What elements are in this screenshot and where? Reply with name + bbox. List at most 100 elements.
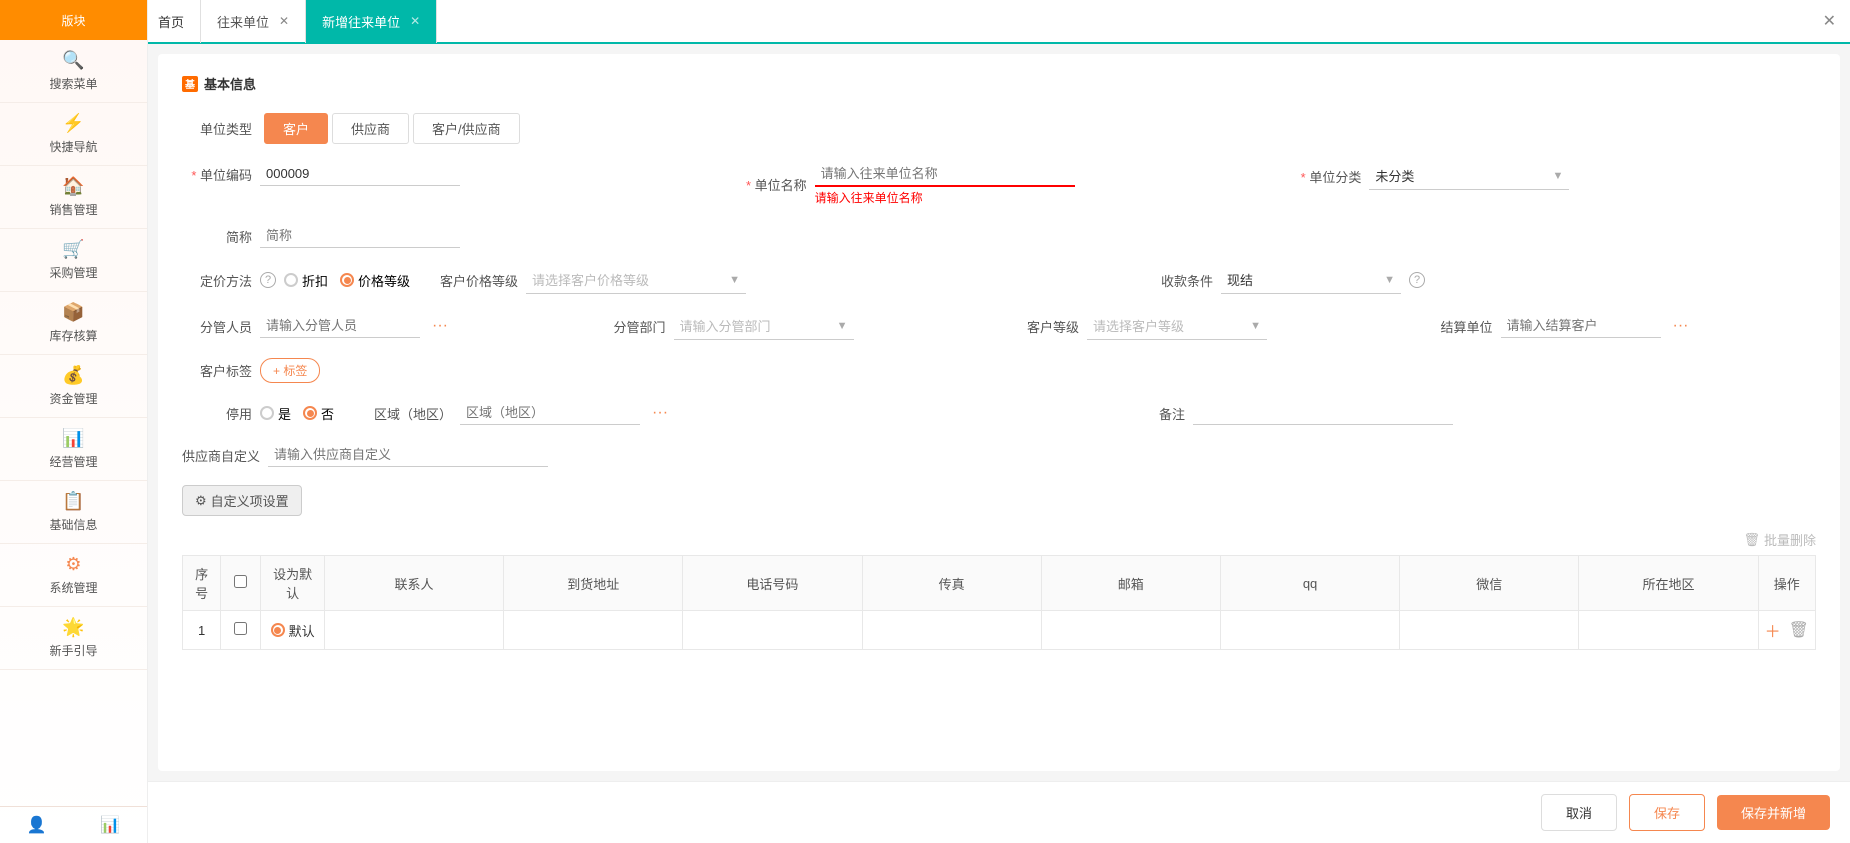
purchase-icon: 🛒	[62, 239, 84, 260]
row-default-radio[interactable]: 默认	[267, 621, 318, 640]
col-contact: 联系人	[324, 556, 503, 611]
close-counterpart-tab[interactable]: ✕	[279, 14, 289, 28]
customer-level-select[interactable]: 请选择客户等级 ▼	[1087, 312, 1267, 340]
sidebar-item-base-info[interactable]: 📋 基础信息	[0, 481, 147, 544]
unit-name-wrap: 请输入往来单位名称	[815, 162, 1262, 206]
payment-condition-label: 收款条件	[1143, 271, 1213, 290]
abbr-field: 简称	[182, 224, 1816, 248]
select-all-checkbox[interactable]	[234, 575, 247, 588]
pricing-help-icon[interactable]: ?	[260, 272, 276, 288]
sidebar-logo: 版块	[0, 0, 147, 40]
unit-category-label: 单位分类	[1291, 167, 1361, 186]
payment-condition-select[interactable]: 现结 ▼	[1221, 266, 1401, 294]
col-action: 操作	[1758, 556, 1815, 611]
row-email[interactable]	[1041, 611, 1220, 650]
sidebar-item-quick-nav[interactable]: ⚡ 快捷导航	[0, 103, 147, 166]
department-select[interactable]: 请输入分管部门 ▼	[674, 312, 854, 340]
region-input[interactable]	[460, 401, 640, 425]
sidebar-item-label: 采购管理	[49, 264, 97, 281]
remark-input[interactable]	[1193, 401, 1453, 425]
sidebar-item-guide[interactable]: 🌟 新手引导	[0, 607, 147, 670]
table-header-row: 序号 设为默认 联系人 到货地址 电话号码 传真 邮箱 qq 微信 所在地区	[183, 556, 1816, 611]
radio-discount[interactable]: 折扣	[284, 271, 328, 290]
settlement-more-btn[interactable]: ···	[1669, 317, 1693, 335]
col-location: 所在地区	[1579, 556, 1758, 611]
batch-delete-label[interactable]: 批量删除	[1764, 530, 1816, 549]
manager-more-btn[interactable]: ···	[428, 317, 452, 335]
sidebar-item-inventory[interactable]: 📦 库存核算	[0, 292, 147, 355]
abbr-input[interactable]	[260, 224, 460, 248]
sidebar-item-operation[interactable]: 📊 经营管理	[0, 418, 147, 481]
col-email: 邮箱	[1041, 556, 1220, 611]
payment-help-icon[interactable]: ?	[1409, 272, 1425, 288]
sidebar-item-finance[interactable]: 💰 资金管理	[0, 355, 147, 418]
row-address[interactable]	[504, 611, 683, 650]
sidebar-item-purchase[interactable]: 🛒 采购管理	[0, 229, 147, 292]
row-phone[interactable]	[683, 611, 862, 650]
sidebar-item-system[interactable]: ⚙ 系统管理	[0, 544, 147, 607]
sidebar-stats-btn[interactable]: 📊	[100, 815, 120, 835]
radio-yes[interactable]: 是	[260, 404, 291, 423]
region-more-btn[interactable]: ···	[648, 404, 672, 422]
settlement-label: 结算单位	[1423, 317, 1493, 336]
disabled-label: 停用	[182, 404, 252, 423]
add-row-btn[interactable]: ＋	[1765, 618, 1781, 642]
customer-price-level-select[interactable]: 请选择客户价格等级 ▼	[526, 266, 746, 294]
tab-home[interactable]: 首页	[158, 0, 201, 43]
row-fax[interactable]	[862, 611, 1041, 650]
custom-settings-btn[interactable]: ⚙ 自定义项设置	[182, 485, 302, 516]
supplier-custom-input[interactable]	[268, 443, 548, 467]
system-icon: ⚙	[65, 554, 81, 575]
tab-new-counterpart[interactable]: 新增往来单位 ✕	[306, 0, 437, 43]
unit-category-select[interactable]: 未分类 ▼	[1369, 162, 1569, 190]
radio-no[interactable]: 否	[303, 404, 334, 423]
manager-input[interactable]	[260, 314, 420, 338]
col-fax: 传真	[862, 556, 1041, 611]
close-new-counterpart-tab[interactable]: ✕	[410, 14, 420, 28]
section-title-text: 基本信息	[204, 74, 256, 93]
unit-code-input[interactable]	[260, 162, 460, 186]
address-input[interactable]	[510, 623, 676, 638]
inventory-icon: 📦	[62, 302, 84, 323]
section-icon: 基	[182, 76, 198, 92]
unit-type-buttons: 客户 供应商 客户/供应商	[264, 113, 520, 144]
save-button[interactable]: 保存	[1629, 794, 1705, 831]
col-wechat: 微信	[1400, 556, 1579, 611]
unit-info-row: 单位编码 单位名称 请输入往来单位名称 单位分类 未分类 ▼	[182, 162, 1816, 206]
unit-code-field: 单位编码	[182, 162, 707, 186]
row-wechat[interactable]	[1400, 611, 1579, 650]
row-qq[interactable]	[1220, 611, 1399, 650]
type-btn-supplier[interactable]: 供应商	[332, 113, 409, 144]
row-checkbox[interactable]	[234, 622, 247, 635]
close-all-tabs-btn[interactable]: ✕	[1819, 7, 1840, 35]
add-tag-btn[interactable]: + 标签	[260, 358, 320, 383]
sidebar-user-btn[interactable]: 👤	[27, 815, 47, 835]
email-input[interactable]	[1048, 623, 1214, 638]
sidebar-item-label: 销售管理	[49, 201, 97, 218]
sidebar-item-label: 系统管理	[49, 579, 97, 596]
unit-name-input[interactable]	[815, 162, 1075, 187]
radio-price-level[interactable]: 价格等级	[340, 271, 410, 290]
fax-input[interactable]	[869, 623, 1035, 638]
save-new-button[interactable]: 保存并新增	[1717, 795, 1830, 830]
contact-input[interactable]	[331, 623, 497, 638]
sidebar-item-label: 搜索菜单	[49, 75, 97, 92]
row-contact[interactable]	[324, 611, 503, 650]
tab-counterpart[interactable]: 往来单位 ✕	[201, 0, 306, 43]
settlement-input[interactable]	[1501, 314, 1661, 338]
delete-row-btn[interactable]: 🗑	[1789, 620, 1809, 640]
sidebar-item-search[interactable]: 🔍 搜索菜单	[0, 40, 147, 103]
cancel-button[interactable]: 取消	[1541, 794, 1617, 831]
region-label: 区域（地区）	[374, 404, 452, 423]
sidebar-item-sales[interactable]: 🏠 销售管理	[0, 166, 147, 229]
phone-input[interactable]	[689, 623, 855, 638]
type-btn-customer[interactable]: 客户	[264, 113, 328, 144]
wechat-input[interactable]	[1406, 623, 1572, 638]
customer-level-label: 客户等级	[1009, 317, 1079, 336]
row-location[interactable]	[1579, 611, 1758, 650]
quick-nav-icon: ⚡	[62, 113, 84, 134]
row-seq: 1	[183, 611, 221, 650]
location-input[interactable]	[1585, 623, 1751, 638]
type-btn-both[interactable]: 客户/供应商	[413, 113, 520, 144]
qq-input[interactable]	[1227, 623, 1393, 638]
